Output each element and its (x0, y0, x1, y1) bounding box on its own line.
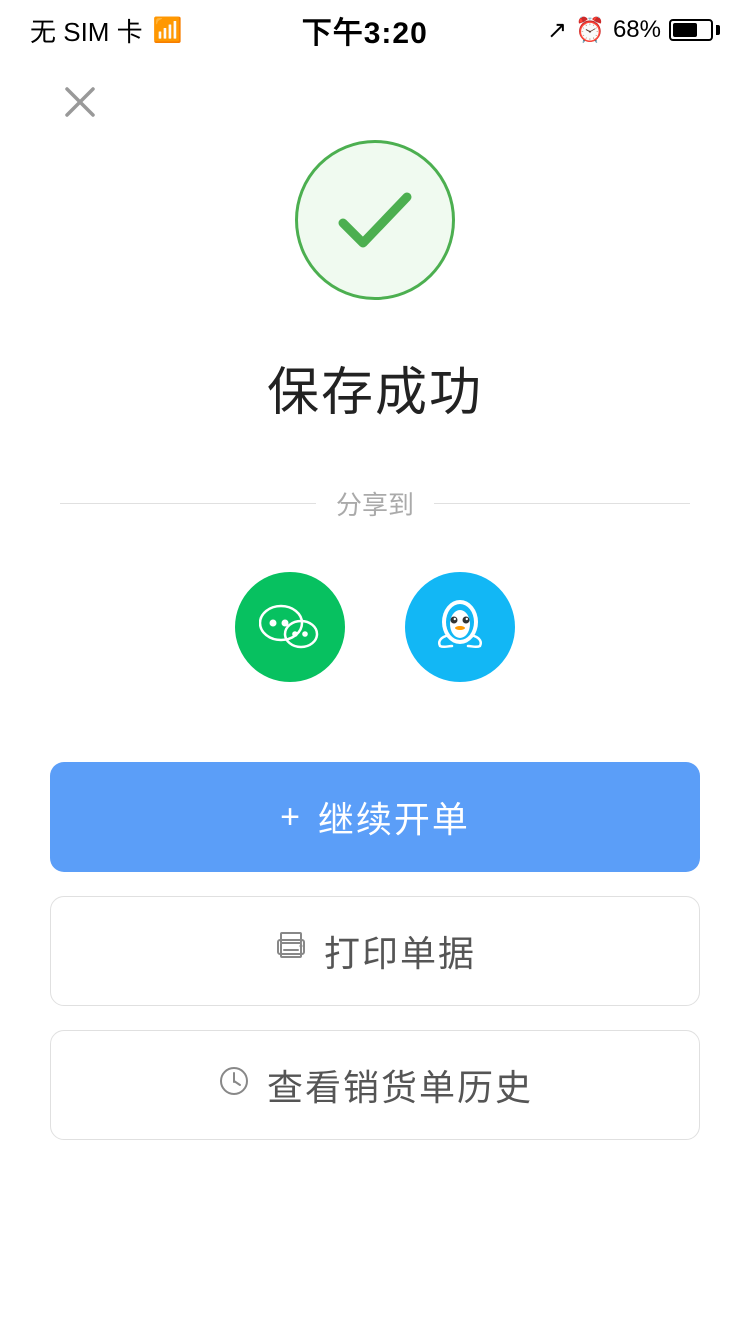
checkmark-icon (335, 185, 415, 255)
history-button[interactable]: 查看销货单历史 (50, 1030, 700, 1140)
share-icons (235, 572, 515, 682)
main-content: 保存成功 分享到 (0, 60, 750, 1140)
no-sim-label: 无 SIM 卡 (30, 12, 143, 49)
qq-icon (430, 596, 490, 658)
success-title: 保存成功 (267, 350, 483, 425)
wechat-icon (259, 601, 321, 653)
battery-label: 68% (613, 16, 661, 44)
qq-share-button[interactable] (405, 572, 515, 682)
divider-right (434, 503, 690, 504)
close-button[interactable] (50, 72, 110, 132)
print-button[interactable]: 打印单据 (50, 896, 700, 1006)
status-bar: 无 SIM 卡 📶 下午3:20 ↗ ⏰ 68% (0, 0, 750, 60)
continue-button[interactable]: + 继续开单 (50, 762, 700, 872)
status-left: 无 SIM 卡 📶 (30, 12, 183, 49)
print-label: 打印单据 (324, 925, 476, 977)
share-section: 分享到 (0, 485, 750, 682)
status-time: 下午3:20 (302, 8, 428, 52)
divider-left (60, 503, 316, 504)
history-label: 查看销货单历史 (267, 1059, 533, 1111)
history-icon (217, 1064, 251, 1107)
share-label: 分享到 (336, 485, 414, 522)
battery-icon (669, 19, 720, 41)
wifi-icon: 📶 (153, 16, 183, 45)
clock-icon (217, 1064, 251, 1098)
print-icon (274, 930, 308, 973)
location-icon: ↗ (547, 16, 567, 45)
continue-label: 继续开单 (318, 791, 470, 843)
printer-icon (274, 930, 308, 964)
wechat-share-button[interactable] (235, 572, 345, 682)
plus-icon: + (280, 798, 302, 837)
divider-row: 分享到 (0, 485, 750, 522)
success-icon-circle (295, 140, 455, 300)
status-right: ↗ ⏰ 68% (547, 16, 720, 45)
alarm-icon: ⏰ (575, 16, 605, 45)
action-buttons: + 继续开单 打印单据 (0, 762, 750, 1140)
